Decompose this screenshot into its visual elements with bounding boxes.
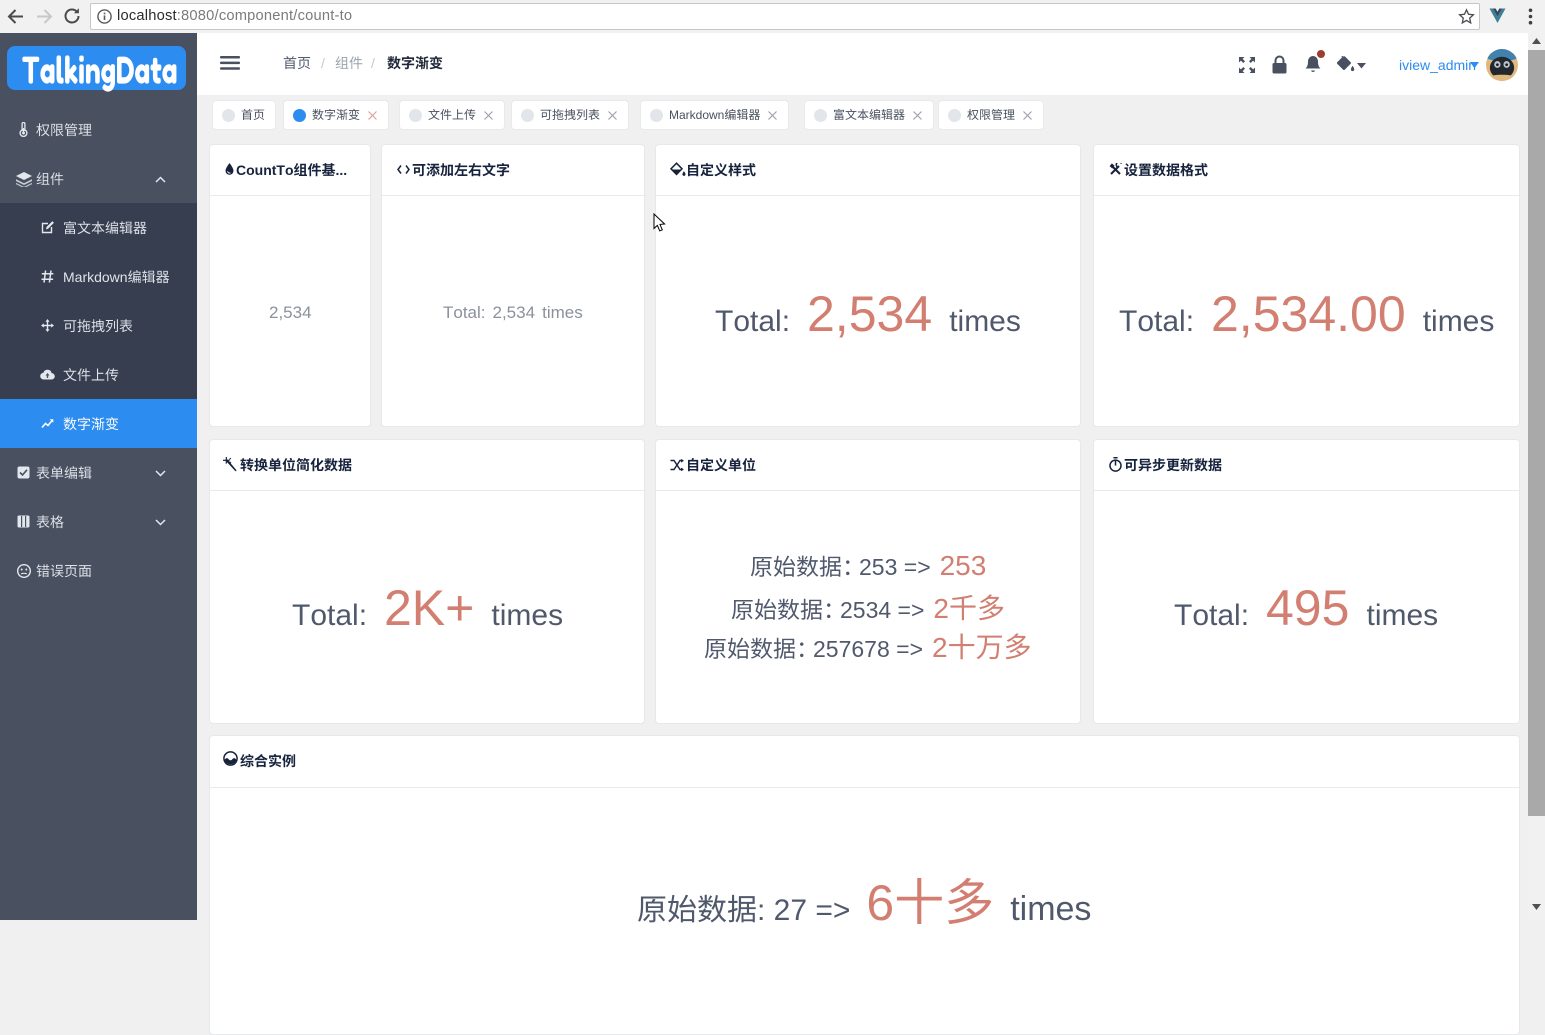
svg-text:times: times (949, 305, 1021, 338)
svg-text:Total:: Total: (715, 305, 790, 338)
svg-text:2534 =>: 2534 => (840, 597, 924, 623)
svg-text:253: 253 (939, 550, 986, 581)
svg-text:/: / (371, 55, 375, 71)
svg-text:2K+: 2K+ (384, 580, 474, 636)
svg-text:Total:: Total: (292, 599, 367, 632)
svg-text:...: ... (336, 162, 348, 178)
svg-text:/: / (321, 55, 325, 71)
svg-text:2: 2 (932, 632, 948, 663)
svg-text:times: times (542, 303, 583, 322)
svg-text:CountTo: CountTo (236, 162, 294, 178)
svg-text:253 =>: 253 => (859, 554, 931, 580)
svg-text:Total:: Total: (1174, 599, 1249, 632)
svg-text:Total:: Total: (443, 303, 486, 322)
svg-text:Markdown: Markdown (63, 269, 128, 285)
svg-text:6: 6 (867, 875, 895, 931)
svg-text:Total:: Total: (1119, 305, 1194, 338)
svg-text:2,534: 2,534 (269, 303, 312, 322)
svg-text:times: times (1367, 599, 1439, 632)
svg-text:: 27 =>: : 27 => (757, 894, 850, 927)
svg-text:2,534: 2,534 (493, 303, 536, 322)
svg-text:2: 2 (933, 593, 949, 624)
svg-text:2,534: 2,534 (807, 286, 932, 342)
svg-text:2,534.00: 2,534.00 (1211, 286, 1406, 342)
svg-text:257678 =>: 257678 => (813, 636, 923, 662)
svg-text:iview_admin: iview_admin (1399, 57, 1476, 73)
svg-text:times: times (491, 599, 563, 632)
svg-text:times: times (1010, 890, 1091, 928)
svg-text:495: 495 (1266, 580, 1349, 636)
svg-text:times: times (1422, 305, 1494, 338)
svg-text:Markdown: Markdown (669, 108, 724, 122)
